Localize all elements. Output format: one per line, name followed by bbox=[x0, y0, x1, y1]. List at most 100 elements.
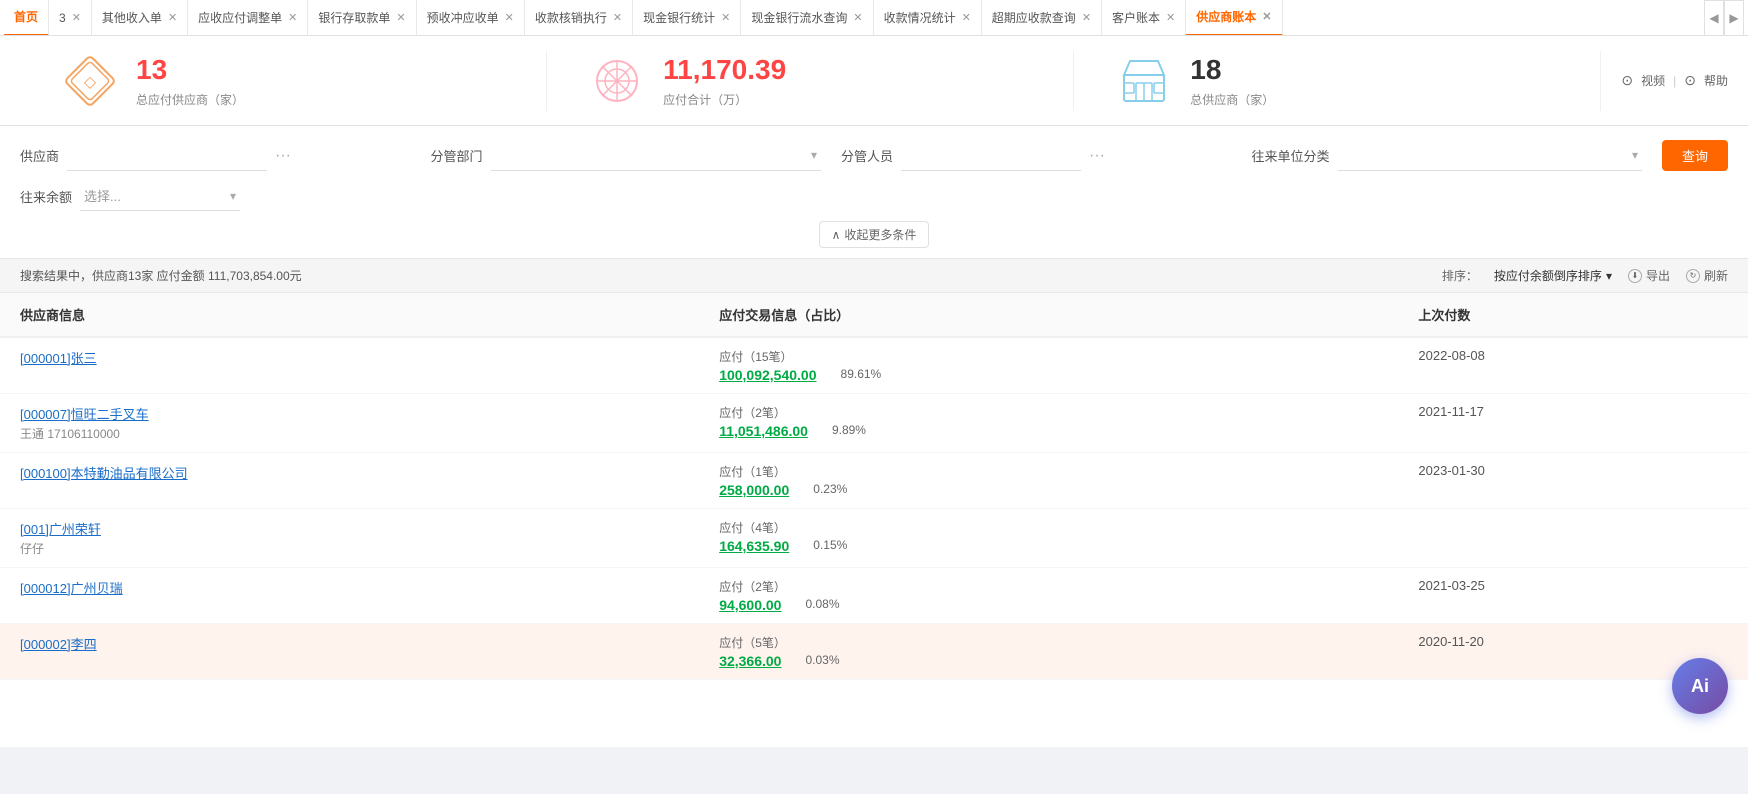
supplier-link[interactable]: [000012]广州贝瑞 bbox=[20, 581, 123, 596]
top-right-links: ⊙ 视频 | ⊙ 帮助 bbox=[1601, 72, 1728, 89]
close-icon[interactable]: ✕ bbox=[962, 11, 971, 24]
close-icon[interactable]: ✕ bbox=[853, 11, 862, 24]
stat-ap-suppliers-content: 13 总应付供应商（家） bbox=[136, 53, 244, 108]
supplier-input[interactable] bbox=[67, 141, 267, 171]
supplier-link[interactable]: [000007]恒旺二手叉车 bbox=[20, 407, 149, 422]
nav-tab-overdue-query[interactable]: 超期应收款查询 ✕ bbox=[982, 0, 1102, 36]
nav-tab-collect-stat[interactable]: 收款情况统计 ✕ bbox=[874, 0, 982, 36]
filter-category: 往来单位分类 ▾ bbox=[1252, 141, 1643, 171]
filter-person: 分管人员 ··· bbox=[841, 141, 1232, 171]
nav-tab-customer-account[interactable]: 客户账本 ✕ bbox=[1102, 0, 1186, 36]
tx-amount[interactable]: 100,092,540.00 bbox=[719, 367, 816, 383]
last-payment-date: 2023-01-30 bbox=[1418, 463, 1485, 478]
dept-select[interactable]: ▾ bbox=[491, 141, 821, 171]
stat-ap-amount-label: 应付合计（万） bbox=[663, 91, 786, 108]
close-icon[interactable]: ✕ bbox=[168, 11, 177, 24]
nav-tab-bank-deposit[interactable]: 银行存取款单 ✕ bbox=[308, 0, 416, 36]
tx-label: 应付（5笔） bbox=[719, 634, 786, 651]
close-icon[interactable]: ✕ bbox=[505, 11, 514, 24]
close-icon[interactable]: ✕ bbox=[1082, 11, 1091, 24]
person-ellipsis-icon[interactable]: ··· bbox=[1089, 147, 1105, 165]
nav-tab-home[interactable]: 首页 bbox=[4, 0, 49, 36]
result-actions: 排序： 按应付余额倒序排序 ▾ ⬇ 导出 ↻ 刷新 bbox=[1442, 267, 1728, 284]
last-payment-cell: 2021-03-25 bbox=[1398, 568, 1748, 624]
tx-amount[interactable]: 94,600.00 bbox=[719, 597, 781, 613]
filter-balance: 往来余额 选择... ▾ bbox=[20, 181, 300, 211]
collapse-button[interactable]: ∧ 收起更多条件 bbox=[819, 221, 930, 248]
sort-value: 按应付余额倒序排序 bbox=[1494, 267, 1602, 284]
nav-tab-3[interactable]: 3 ✕ bbox=[49, 0, 92, 36]
close-icon[interactable]: ✕ bbox=[721, 11, 730, 24]
nav-tab-overdue-query-label: 超期应收款查询 bbox=[992, 9, 1076, 26]
chevron-down-icon: ▾ bbox=[1632, 148, 1638, 162]
supplier-ellipsis-icon[interactable]: ··· bbox=[275, 147, 291, 165]
tx-amount[interactable]: 258,000.00 bbox=[719, 482, 789, 498]
filter-person-label: 分管人员 bbox=[841, 146, 893, 165]
export-icon: ⬇ bbox=[1628, 269, 1642, 283]
th-last-payment: 上次付数 bbox=[1398, 293, 1748, 337]
filter-balance-label: 往来余额 bbox=[20, 187, 72, 206]
nav-tab-cash-bank-flow[interactable]: 现金银行流水查询 ✕ bbox=[741, 0, 873, 36]
refresh-button[interactable]: ↻ 刷新 bbox=[1686, 267, 1728, 284]
separator: | bbox=[1673, 74, 1676, 88]
tx-info-cell: 应付（2笔）94,600.000.08% bbox=[699, 568, 1398, 624]
collapse-label: 收起更多条件 bbox=[844, 226, 916, 243]
last-payment-date: 2022-08-08 bbox=[1418, 348, 1485, 363]
close-icon[interactable]: ✕ bbox=[72, 11, 81, 24]
export-label: 导出 bbox=[1646, 267, 1670, 284]
chevron-down-icon: ▾ bbox=[1606, 269, 1612, 283]
nav-tab-cash-bank-flow-label: 现金银行流水查询 bbox=[751, 9, 847, 26]
person-input[interactable] bbox=[901, 141, 1081, 171]
nav-arrow-left[interactable]: ◀ bbox=[1704, 0, 1724, 36]
diamond-icon: ◇ bbox=[60, 51, 120, 111]
tx-info-cell: 应付（5笔）32,366.000.03% bbox=[699, 624, 1398, 680]
nav-tab-collect-exec[interactable]: 收款核销执行 ✕ bbox=[525, 0, 633, 36]
close-icon[interactable]: ✕ bbox=[1166, 11, 1175, 24]
stat-total-suppliers-value: 18 bbox=[1190, 53, 1274, 87]
tx-amount[interactable]: 32,366.00 bbox=[719, 653, 781, 669]
video-link[interactable]: 视频 bbox=[1641, 72, 1665, 89]
nav-tab-customer-account-label: 客户账本 bbox=[1112, 9, 1160, 26]
query-button[interactable]: 查询 bbox=[1662, 140, 1728, 171]
nav-tab-other-income-label: 其他收入单 bbox=[102, 9, 162, 26]
nav-tab-collect-exec-label: 收款核销执行 bbox=[535, 9, 607, 26]
nav-arrow-right[interactable]: ▶ bbox=[1724, 0, 1744, 36]
nav-tab-prepay-offset[interactable]: 预收冲应收单 ✕ bbox=[417, 0, 525, 36]
export-button[interactable]: ⬇ 导出 bbox=[1628, 267, 1670, 284]
stat-ap-amount-value: 11,170.39 bbox=[663, 53, 786, 87]
filter-dept-label: 分管部门 bbox=[431, 146, 483, 165]
supplier-info-cell: [000100]本特勤油品有限公司 bbox=[0, 453, 699, 509]
balance-select[interactable]: 选择... ▾ bbox=[80, 181, 240, 211]
help-link[interactable]: 帮助 bbox=[1704, 72, 1728, 89]
supplier-link[interactable]: [001]广州荣轩 bbox=[20, 522, 101, 537]
supplier-link[interactable]: [000100]本特勤油品有限公司 bbox=[20, 466, 188, 481]
stat-ap-suppliers-value: 13 bbox=[136, 53, 244, 87]
close-icon[interactable]: ✕ bbox=[288, 11, 297, 24]
table-row: [001]广州荣轩仔仔应付（4笔）164,635.900.15% bbox=[0, 509, 1748, 568]
last-payment-date: 2021-03-25 bbox=[1418, 578, 1485, 593]
nav-tab-cash-bank-stat[interactable]: 现金银行统计 ✕ bbox=[633, 0, 741, 36]
chevron-up-icon: ∧ bbox=[832, 228, 841, 242]
nav-tab-cash-bank-stat-label: 现金银行统计 bbox=[643, 9, 715, 26]
filter-supplier-label: 供应商 bbox=[20, 146, 59, 165]
nav-tab-ap-adjust[interactable]: 应收应付调整单 ✕ bbox=[188, 0, 308, 36]
th-supplier-info: 供应商信息 bbox=[0, 293, 699, 337]
suppliers-table: 供应商信息 应付交易信息（占比） 上次付数 [000001]张三应付（15笔）1… bbox=[0, 293, 1748, 680]
supplier-link[interactable]: [000001]张三 bbox=[20, 351, 97, 366]
supplier-info-cell: [001]广州荣轩仔仔 bbox=[0, 509, 699, 568]
stats-bar: ◇ 13 总应付供应商（家） 11,170.39 应付合计（万） bbox=[0, 36, 1748, 126]
table-row: [000007]恒旺二手叉车王通 17106110000应付（2笔）11,051… bbox=[0, 394, 1748, 453]
category-select[interactable]: ▾ bbox=[1338, 141, 1642, 171]
table-row: [000001]张三应付（15笔）100,092,540.0089.61%202… bbox=[0, 337, 1748, 394]
nav-tab-other-income[interactable]: 其他收入单 ✕ bbox=[92, 0, 188, 36]
supplier-link[interactable]: [000002]李四 bbox=[20, 637, 97, 652]
close-icon[interactable]: ✕ bbox=[396, 11, 405, 24]
close-icon[interactable]: ✕ bbox=[1262, 10, 1271, 23]
close-icon[interactable]: ✕ bbox=[613, 11, 622, 24]
tx-amount[interactable]: 11,051,486.00 bbox=[719, 423, 808, 439]
ai-assistant-button[interactable]: Ai bbox=[1672, 658, 1728, 714]
sort-select[interactable]: 按应付余额倒序排序 ▾ bbox=[1494, 267, 1612, 284]
tx-info-cell: 应付（2笔）11,051,486.009.89% bbox=[699, 394, 1398, 453]
tx-amount[interactable]: 164,635.90 bbox=[719, 538, 789, 554]
nav-tab-supplier-account[interactable]: 供应商账本 ✕ bbox=[1186, 0, 1282, 36]
